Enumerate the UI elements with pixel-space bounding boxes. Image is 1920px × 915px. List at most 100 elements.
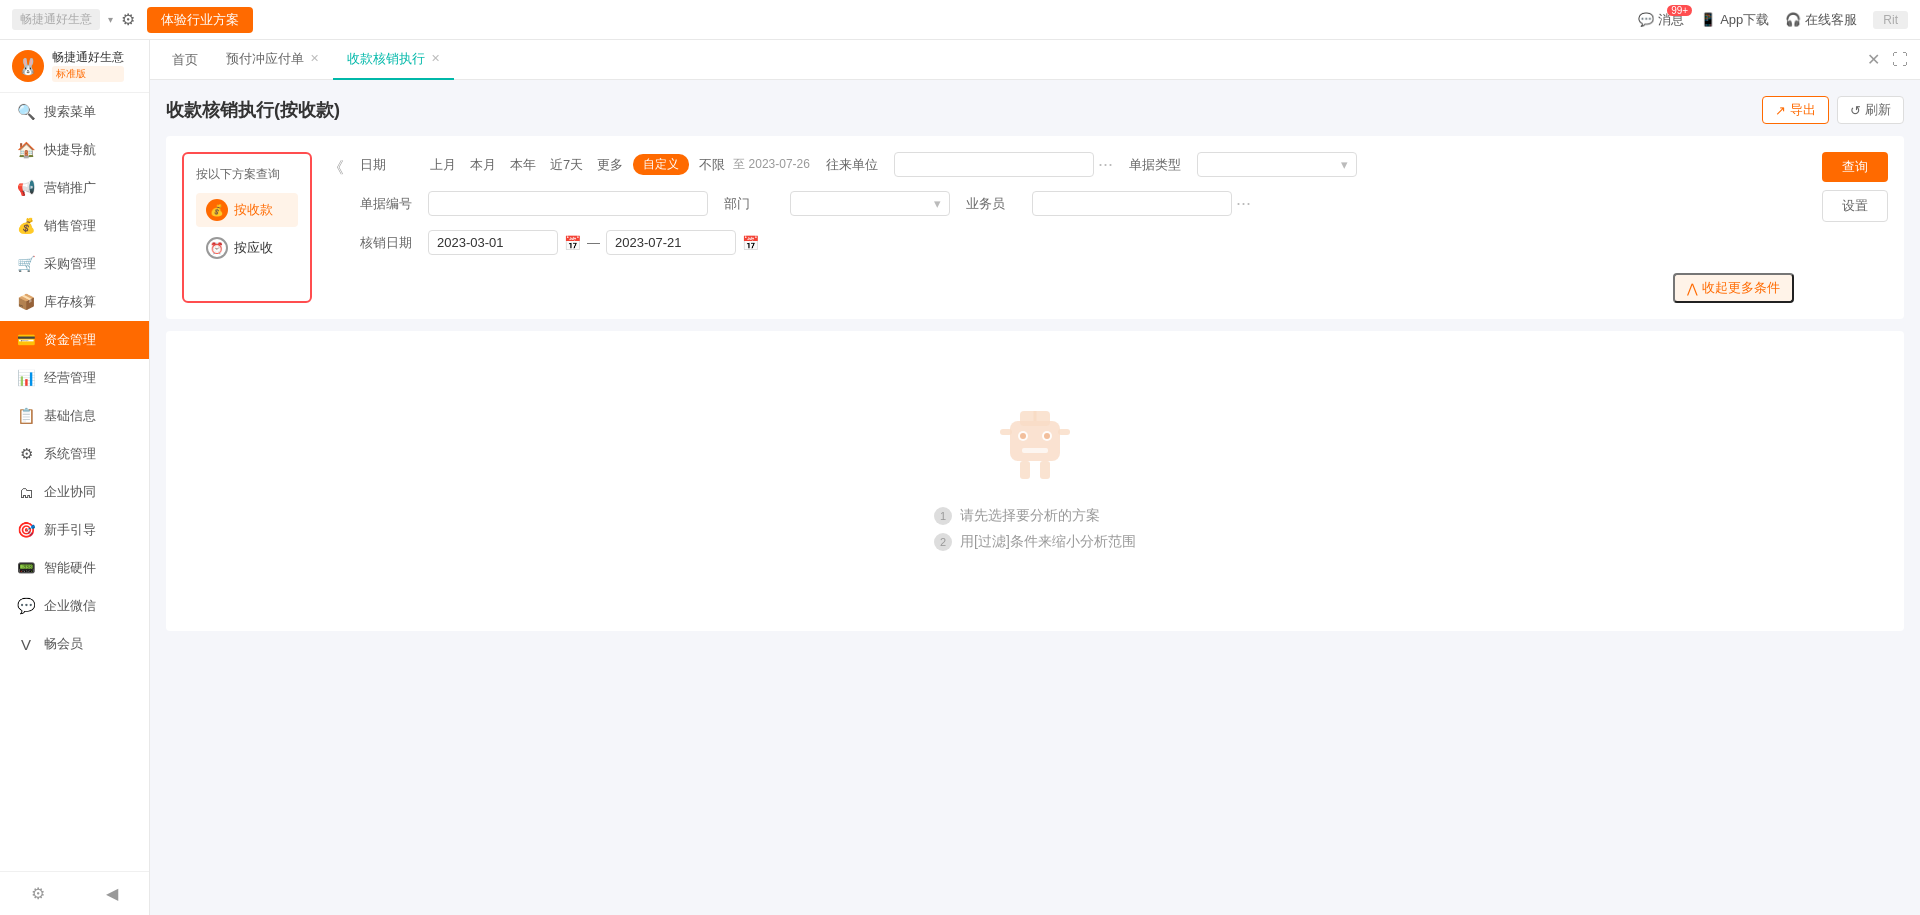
logo-text: 畅捷通好生意 [12, 9, 100, 30]
date-btn-more[interactable]: 更多 [593, 154, 627, 176]
sidebar-item-basic-info[interactable]: 📋 基础信息 [0, 397, 149, 435]
export-icon: ↗ [1775, 103, 1786, 118]
doc-type-dropdown[interactable]: ▾ [1197, 152, 1357, 177]
dept-label: 部门 [724, 195, 774, 213]
sidebar-item-label: 营销推广 [44, 179, 96, 197]
sidebar-item-system[interactable]: ⚙ 系统管理 [0, 435, 149, 473]
date-btn-this-year[interactable]: 本年 [506, 154, 540, 176]
sidebar-item-sales[interactable]: 💰 销售管理 [0, 207, 149, 245]
sidebar-item-finance[interactable]: 💳 资金管理 [0, 321, 149, 359]
writeoff-date-range: 📅 — 📅 [428, 230, 759, 255]
writeoff-end-input[interactable] [606, 230, 736, 255]
collapse-more-btn[interactable]: ⋀ 收起更多条件 [1673, 273, 1794, 303]
counterpart-input[interactable] [894, 152, 1094, 177]
sidebar-item-label: 快捷导航 [44, 141, 96, 159]
svg-rect-7 [1022, 448, 1048, 453]
writeoff-end-cal-icon[interactable]: 📅 [742, 235, 759, 251]
expand-icon[interactable]: ⛶ [1888, 47, 1912, 73]
date-range-to: 至 2023-07-26 [733, 156, 810, 173]
sidebar-item-label: 搜索菜单 [44, 103, 96, 121]
doc-num-input[interactable] [428, 191, 708, 216]
tip-2-text: 用[过滤]条件来缩小分析范围 [960, 533, 1136, 551]
sidebar-item-wechat[interactable]: 💬 企业微信 [0, 587, 149, 625]
empty-tip-2: 2 用[过滤]条件来缩小分析范围 [934, 533, 1136, 551]
member-icon: V [16, 636, 36, 653]
tab-bar-right: ✕ ⛶ [1863, 46, 1912, 73]
tab-home[interactable]: 首页 [158, 40, 212, 80]
sidebar-item-label: 新手引导 [44, 521, 96, 539]
sidebar-item-label: 销售管理 [44, 217, 96, 235]
gear-icon[interactable]: ⚙ [121, 10, 135, 29]
sidebar-item-hardware[interactable]: 📟 智能硬件 [0, 549, 149, 587]
empty-tips: 1 请先选择要分析的方案 2 用[过滤]条件来缩小分析范围 [934, 507, 1136, 551]
svg-point-6 [1044, 433, 1050, 439]
filter-option-by-receivable[interactable]: ⏰ 按应收 [196, 231, 298, 265]
settings-bottom-icon[interactable]: ⚙ [23, 880, 53, 907]
sidebar-item-label: 经营管理 [44, 369, 96, 387]
export-button[interactable]: ↗ 导出 [1762, 96, 1829, 124]
sidebar-item-label: 资金管理 [44, 331, 96, 349]
sidebar-item-marketing[interactable]: 📢 营销推广 [0, 169, 149, 207]
receipt-option-icon: 💰 [206, 199, 228, 221]
sales-icon: 💰 [16, 217, 36, 235]
tab-writeoff-close[interactable]: ✕ [431, 52, 440, 65]
date-btn-7days[interactable]: 近7天 [546, 154, 587, 176]
writeoff-start-input[interactable] [428, 230, 558, 255]
filter-row-3: 核销日期 📅 — 📅 [360, 230, 1794, 255]
brand-info: 畅捷通好生意 标准版 [52, 50, 124, 82]
main-layout: 🐰 畅捷通好生意 标准版 🔍 搜索菜单 🏠 快捷导航 📢 营销推广 💰 销售管理… [0, 40, 1920, 915]
collapse-sidebar-icon[interactable]: ◀ [98, 880, 126, 907]
sidebar-item-guide[interactable]: 🎯 新手引导 [0, 511, 149, 549]
content-area: 首页 预付冲应付单 ✕ 收款核销执行 ✕ ✕ ⛶ 收款核销执行(按收款) ↗ [150, 40, 1920, 915]
brand-name: 畅捷通好生意 [52, 50, 124, 66]
message-btn[interactable]: 💬 消息 99+ [1638, 11, 1684, 29]
writeoff-start-cal-icon[interactable]: 📅 [564, 235, 581, 251]
sidebar-item-collab[interactable]: 🗂 企业协同 [0, 473, 149, 511]
tab-prepay-close[interactable]: ✕ [310, 52, 319, 65]
sidebar-item-label: 企业微信 [44, 597, 96, 615]
marketing-icon: 📢 [16, 179, 36, 197]
online-service-btn[interactable]: 🎧 在线客服 [1785, 11, 1857, 29]
svg-point-5 [1020, 433, 1026, 439]
tip-1-text: 请先选择要分析的方案 [960, 507, 1100, 525]
doc-num-label: 单据编号 [360, 195, 412, 213]
empty-state: 1 请先选择要分析的方案 2 用[过滤]条件来缩小分析范围 [166, 331, 1904, 611]
refresh-button[interactable]: ↺ 刷新 [1837, 96, 1904, 124]
settings-button[interactable]: 设置 [1822, 190, 1888, 222]
date-btn-this-month[interactable]: 本月 [466, 154, 500, 176]
top-bar-right: 💬 消息 99+ 📱 App下载 🎧 在线客服 Rit [1638, 11, 1908, 29]
filter-more-row: ⋀ 收起更多条件 [360, 273, 1794, 303]
app-icon: 📱 [1700, 12, 1716, 27]
finance-icon: 💳 [16, 331, 36, 349]
filter-option-by-receipt[interactable]: 💰 按收款 [196, 193, 298, 227]
svg-rect-9 [1058, 429, 1070, 435]
date-btn-custom[interactable]: 自定义 [633, 154, 689, 175]
app-download-btn[interactable]: 📱 App下载 [1700, 11, 1769, 29]
counterpart-more-icon[interactable]: ··· [1098, 154, 1113, 175]
sidebar-item-inventory[interactable]: 📦 库存核算 [0, 283, 149, 321]
sidebar-item-operations[interactable]: 📊 经营管理 [0, 359, 149, 397]
date-range-dash: — [587, 235, 600, 250]
dept-dropdown[interactable]: ▾ [790, 191, 950, 216]
industry-btn[interactable]: 体验行业方案 [147, 7, 253, 33]
tab-writeoff[interactable]: 收款核销执行 ✕ [333, 40, 454, 80]
tab-prepay[interactable]: 预付冲应付单 ✕ [212, 40, 333, 80]
date-btn-last-month[interactable]: 上月 [426, 154, 460, 176]
date-label: 日期 [360, 156, 410, 174]
sidebar-item-label: 系统管理 [44, 445, 96, 463]
staff-more-icon[interactable]: ··· [1236, 193, 1251, 214]
empty-tip-1: 1 请先选择要分析的方案 [934, 507, 1136, 525]
collapse-filter-icon[interactable]: 《 [324, 154, 348, 183]
sidebar-item-member[interactable]: V 畅会员 [0, 625, 149, 663]
filter-option-label: 按收款 [234, 201, 273, 219]
query-button[interactable]: 查询 [1822, 152, 1888, 182]
user-info[interactable]: Rit [1873, 11, 1908, 29]
staff-input[interactable] [1032, 191, 1232, 216]
sidebar-item-search[interactable]: 🔍 搜索菜单 [0, 93, 149, 131]
sidebar-bottom: ⚙ ◀ [0, 871, 149, 915]
close-window-icon[interactable]: ✕ [1863, 46, 1884, 73]
top-bar: 畅捷通好生意 ▾ ⚙ 体验行业方案 💬 消息 99+ 📱 App下载 🎧 在线客… [0, 0, 1920, 40]
sidebar-item-purchase[interactable]: 🛒 采购管理 [0, 245, 149, 283]
sidebar-item-quicknav[interactable]: 🏠 快捷导航 [0, 131, 149, 169]
page-title: 收款核销执行(按收款) [166, 98, 340, 122]
